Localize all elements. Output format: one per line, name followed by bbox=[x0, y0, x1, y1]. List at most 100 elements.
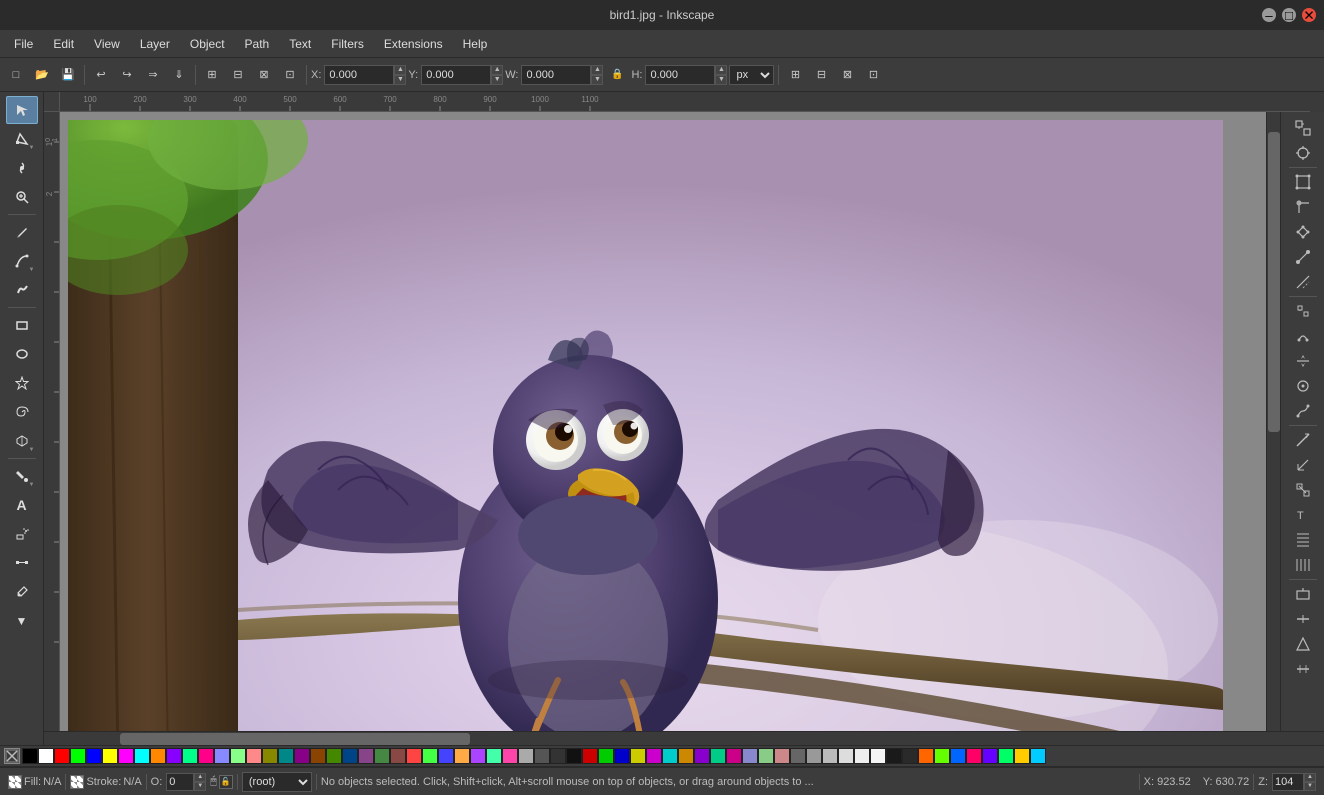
menu-help[interactable]: Help bbox=[453, 33, 498, 55]
node-tool-btn[interactable]: ▼ bbox=[6, 125, 38, 153]
copy-button[interactable]: ⇒ bbox=[141, 63, 165, 87]
palette-color-33[interactable] bbox=[550, 748, 566, 764]
palette-color-53[interactable] bbox=[870, 748, 886, 764]
maximize-button[interactable]: □ bbox=[1282, 8, 1296, 22]
vertical-scrollbar[interactable] bbox=[1266, 112, 1280, 731]
snap-btn-5[interactable] bbox=[1287, 220, 1319, 244]
palette-color-2[interactable] bbox=[54, 748, 70, 764]
pencil-tool-btn[interactable] bbox=[6, 218, 38, 246]
canvas-wrap[interactable] bbox=[60, 112, 1280, 731]
palette-color-17[interactable] bbox=[294, 748, 310, 764]
palette-color-60[interactable] bbox=[982, 748, 998, 764]
palette-color-38[interactable] bbox=[630, 748, 646, 764]
palette-color-37[interactable] bbox=[614, 748, 630, 764]
pen-tool-btn[interactable]: ▼ bbox=[6, 247, 38, 275]
connector-btn[interactable] bbox=[6, 549, 38, 577]
x-up[interactable]: ▲ bbox=[394, 65, 406, 75]
align-top-button[interactable]: ⊡ bbox=[278, 63, 302, 87]
x-input[interactable] bbox=[324, 65, 394, 85]
dropper-btn[interactable] bbox=[6, 578, 38, 606]
palette-color-42[interactable] bbox=[694, 748, 710, 764]
palette-transparent[interactable] bbox=[4, 748, 20, 764]
palette-color-57[interactable] bbox=[934, 748, 950, 764]
palette-color-40[interactable] bbox=[662, 748, 678, 764]
zoom-up[interactable]: ▲ bbox=[1304, 773, 1316, 782]
palette-color-61[interactable] bbox=[998, 748, 1014, 764]
new-button[interactable]: □ bbox=[4, 63, 28, 87]
open-button[interactable]: 📂 bbox=[30, 63, 54, 87]
minimize-button[interactable]: – bbox=[1262, 8, 1276, 22]
palette-color-55[interactable] bbox=[902, 748, 918, 764]
snap-btn-4[interactable] bbox=[1287, 195, 1319, 219]
palette-color-14[interactable] bbox=[246, 748, 262, 764]
paint-tool-btn[interactable]: ▼ bbox=[6, 462, 38, 490]
import-button[interactable]: ⇓ bbox=[167, 63, 191, 87]
palette-color-9[interactable] bbox=[166, 748, 182, 764]
h-up[interactable]: ▲ bbox=[715, 65, 727, 75]
w-up[interactable]: ▲ bbox=[591, 65, 603, 75]
y-down[interactable]: ▼ bbox=[491, 75, 503, 85]
adjust-tool-btn[interactable] bbox=[6, 154, 38, 182]
transform-3[interactable]: ⊠ bbox=[835, 63, 859, 87]
y-up[interactable]: ▲ bbox=[491, 65, 503, 75]
transform-1[interactable]: ⊞ bbox=[783, 63, 807, 87]
select-tool-btn[interactable] bbox=[6, 96, 38, 124]
hscrollbar-thumb[interactable] bbox=[120, 733, 470, 745]
spray-tool-btn[interactable] bbox=[6, 520, 38, 548]
zoom-tool-btn[interactable] bbox=[6, 183, 38, 211]
palette-color-28[interactable] bbox=[470, 748, 486, 764]
palette-color-23[interactable] bbox=[390, 748, 406, 764]
h-input[interactable] bbox=[645, 65, 715, 85]
palette-color-43[interactable] bbox=[710, 748, 726, 764]
align-center-button[interactable]: ⊟ bbox=[226, 63, 250, 87]
palette-color-6[interactable] bbox=[118, 748, 134, 764]
palette-color-0[interactable] bbox=[22, 748, 38, 764]
align-right-button[interactable]: ⊠ bbox=[252, 63, 276, 87]
x-spinner[interactable]: ▲ ▼ bbox=[394, 65, 406, 85]
layer-select[interactable]: (root) bbox=[242, 772, 312, 792]
circle-tool-btn[interactable] bbox=[6, 340, 38, 368]
w-input[interactable] bbox=[521, 65, 591, 85]
snap-btn-9[interactable] bbox=[1287, 324, 1319, 348]
palette-color-1[interactable] bbox=[38, 748, 54, 764]
snap-btn-11[interactable] bbox=[1287, 374, 1319, 398]
h-down[interactable]: ▼ bbox=[715, 75, 727, 85]
palette-color-54[interactable] bbox=[886, 748, 902, 764]
menu-extensions[interactable]: Extensions bbox=[374, 33, 453, 55]
lock-icon[interactable]: 🔓 bbox=[219, 775, 233, 789]
stroke-swatch[interactable] bbox=[70, 775, 84, 789]
palette-color-46[interactable] bbox=[758, 748, 774, 764]
undo-button[interactable]: ↩ bbox=[89, 63, 113, 87]
star-tool-btn[interactable] bbox=[6, 369, 38, 397]
horizontal-scrollbar[interactable] bbox=[60, 732, 1266, 745]
y-spinner[interactable]: ▲ ▼ bbox=[491, 65, 503, 85]
snap-btn-16[interactable]: T bbox=[1287, 503, 1319, 527]
palette-color-20[interactable] bbox=[342, 748, 358, 764]
palette-color-47[interactable] bbox=[774, 748, 790, 764]
palette-color-16[interactable] bbox=[278, 748, 294, 764]
opacity-up[interactable]: ▲ bbox=[194, 773, 206, 782]
snap-btn-8[interactable] bbox=[1287, 299, 1319, 323]
zoom-input[interactable] bbox=[1272, 773, 1304, 791]
zoom-down[interactable]: ▼ bbox=[1304, 782, 1316, 791]
palette-color-3[interactable] bbox=[70, 748, 86, 764]
snap-btn-10[interactable] bbox=[1287, 349, 1319, 373]
snap-btn-1[interactable] bbox=[1287, 116, 1319, 140]
palette-color-48[interactable] bbox=[790, 748, 806, 764]
menu-filters[interactable]: Filters bbox=[321, 33, 374, 55]
palette-color-32[interactable] bbox=[534, 748, 550, 764]
menu-edit[interactable]: Edit bbox=[43, 33, 84, 55]
palette-color-34[interactable] bbox=[566, 748, 582, 764]
palette-color-62[interactable] bbox=[1014, 748, 1030, 764]
snap-btn-13[interactable] bbox=[1287, 428, 1319, 452]
palette-color-31[interactable] bbox=[518, 748, 534, 764]
zoom-spinner[interactable]: ▲ ▼ bbox=[1304, 773, 1316, 791]
palette-color-12[interactable] bbox=[214, 748, 230, 764]
snap-btn-18[interactable] bbox=[1287, 553, 1319, 577]
menu-view[interactable]: View bbox=[84, 33, 130, 55]
menu-file[interactable]: File bbox=[4, 33, 43, 55]
lock-ratio-button[interactable]: 🔒 bbox=[605, 63, 629, 87]
palette-color-52[interactable] bbox=[854, 748, 870, 764]
rect-tool-btn[interactable] bbox=[6, 311, 38, 339]
palette-color-35[interactable] bbox=[582, 748, 598, 764]
